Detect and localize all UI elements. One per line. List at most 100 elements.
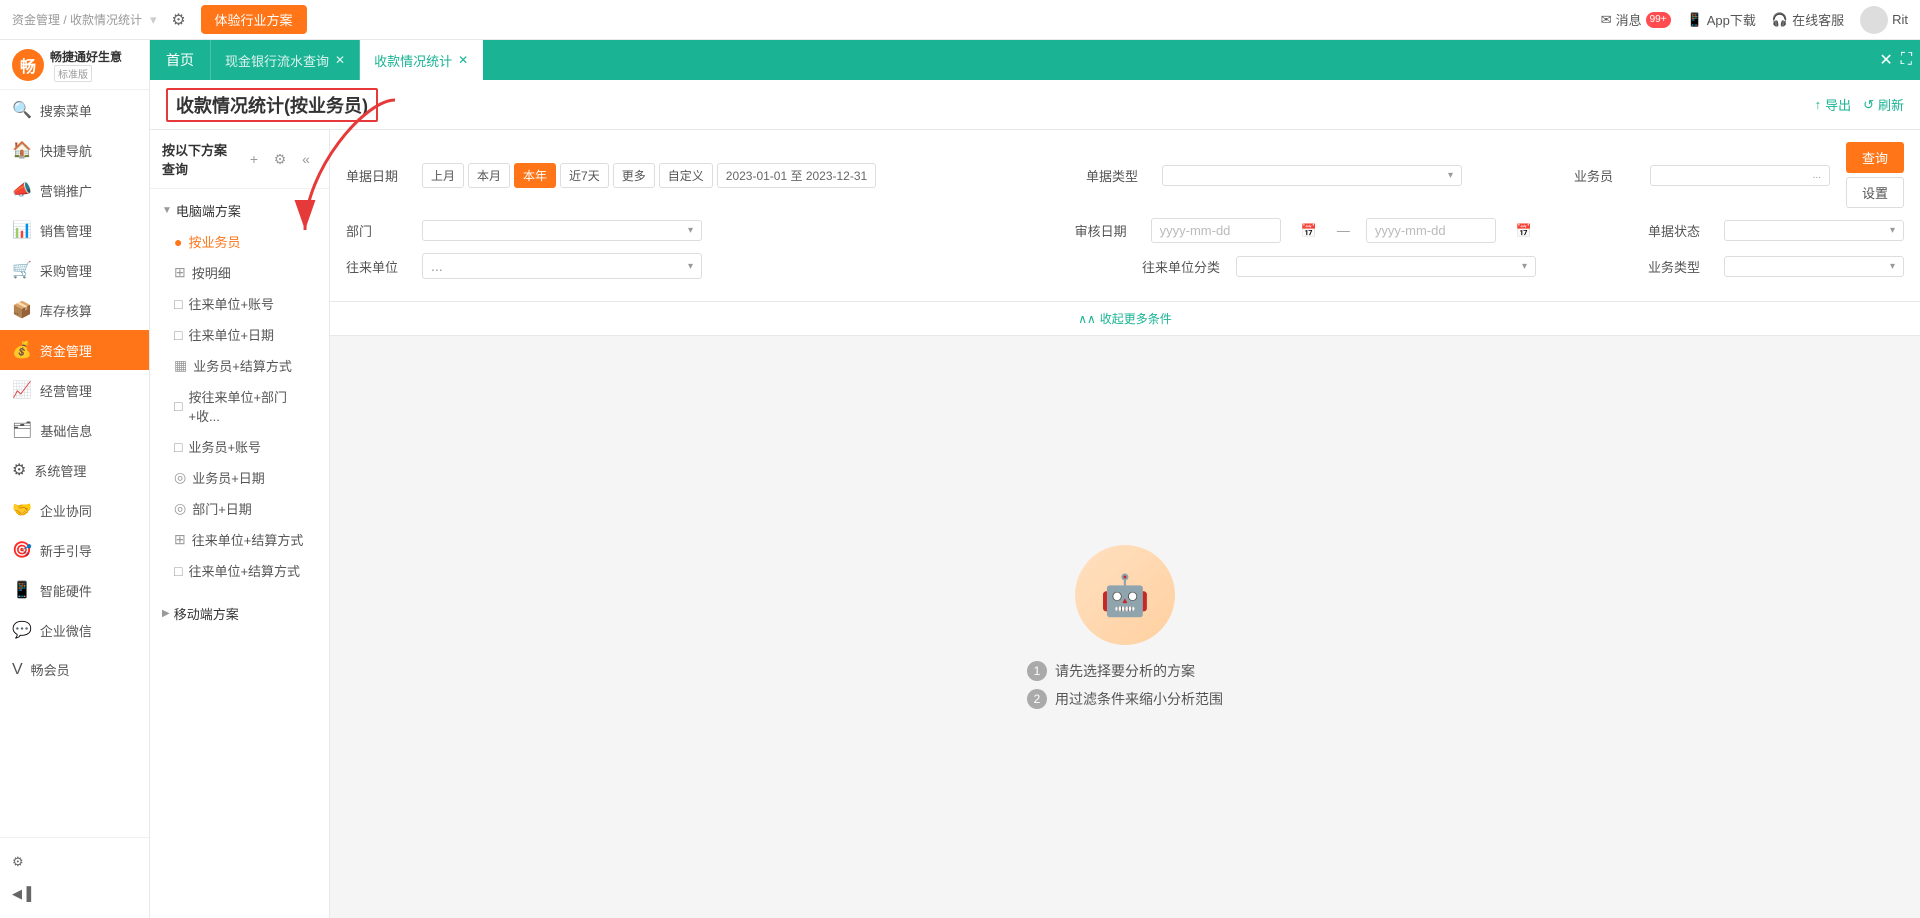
sidebar-label-5: 库存核算 <box>40 301 92 320</box>
sidebar-item-9[interactable]: ⚙系统管理 <box>0 450 149 490</box>
scheme-item-salesman-date[interactable]: ◎ 业务员+日期 <box>150 462 329 493</box>
collapse-more-btn[interactable]: ∧∧ 收起更多条件 <box>1078 310 1172 327</box>
scheme-settings-btn[interactable]: ⚙ <box>269 148 291 170</box>
sidebar-item-11[interactable]: 🎯新手引导 <box>0 530 149 570</box>
review-date-start[interactable]: yyyy-mm-dd <box>1151 218 1281 243</box>
status-select[interactable]: ▾ <box>1724 220 1904 241</box>
trial-button[interactable]: 体验行业方案 <box>201 5 307 34</box>
date-btn-more[interactable]: 更多 <box>613 163 655 188</box>
date-btn-7days[interactable]: 近7天 <box>560 163 609 188</box>
message-label: 消息 <box>1616 10 1642 29</box>
sidebar-item-5[interactable]: 📦 库存核算 <box>0 290 149 330</box>
scheme-item-salesman-account[interactable]: □ 业务员+账号 <box>150 431 329 462</box>
set-button[interactable]: 设置 <box>1846 177 1904 208</box>
dept-select[interactable]: ▾ <box>422 220 702 241</box>
scheme-item-partner-settle1[interactable]: ⊞ 往来单位+结算方式 <box>150 524 329 555</box>
scheme-header-label: 按以下方案查询 <box>162 140 239 178</box>
sidebar-item-12[interactable]: 📱 智能硬件 <box>0 570 149 610</box>
scheme-group-desktop-label: 电脑端方案 <box>176 201 241 220</box>
scheme-item-partner-account[interactable]: □ 往来单位+账号 <box>150 288 329 319</box>
sidebar-item-2[interactable]: 📣营销推广 <box>0 170 149 210</box>
scheme-item-dept-date[interactable]: ◎ 部门+日期 <box>150 493 329 524</box>
scheme-item-partner-date[interactable]: □ 往来单位+日期 <box>150 319 329 350</box>
scheme-item-icon-partner-dept: □ <box>174 398 182 414</box>
sidebar-item-0[interactable]: 🔍 搜索菜单 <box>0 90 149 130</box>
sidebar-collapse-btn[interactable]: ◀▐ <box>0 878 149 910</box>
sidebar-item-1[interactable]: 🏠快捷导航 <box>0 130 149 170</box>
scheme-collapse-btn[interactable]: « <box>295 148 317 170</box>
sidebar-icon-5: 📦 <box>12 300 32 320</box>
tab-maximize-btn[interactable]: ⛶ <box>1901 51 1912 69</box>
query-button[interactable]: 查询 <box>1846 142 1904 173</box>
sidebar-icon-0: 🔍 <box>12 100 32 120</box>
tab-close-all-btn[interactable]: ✕ <box>1879 50 1892 70</box>
export-label: 导出 <box>1825 95 1851 114</box>
scheme-group-mobile-label: 移动端方案 <box>174 604 239 623</box>
sidebar-icon-4: 🛒 <box>12 260 32 280</box>
sidebar-icon-11: 🎯 <box>12 540 32 560</box>
sidebar-icon-1: 🏠 <box>12 140 32 160</box>
sidebar-label-13: 企业微信 <box>40 621 92 640</box>
scheme-item-salesman-settlement[interactable]: ▦ 业务员+结算方式 <box>150 350 329 381</box>
sidebar-item-7[interactable]: 📈经营管理 <box>0 370 149 410</box>
user-avatar-area[interactable]: Rit <box>1860 6 1908 34</box>
scheme-item-salesman[interactable]: ● 按业务员 <box>150 226 329 257</box>
sidebar-settings-btn[interactable]: ⚙ <box>0 846 149 878</box>
tab-home[interactable]: 首页 <box>150 40 211 80</box>
tab-close-1[interactable]: ✕ <box>458 53 468 67</box>
sidebar-label-12: 智能硬件 <box>40 581 92 600</box>
refresh-button[interactable]: ↺ 刷新 <box>1863 95 1904 114</box>
scheme-item-label-salesman: 按业务员 <box>188 232 240 251</box>
search-panel: 单据日期 上月 本月 本年 近7天 更多 自定义 2023-01-01 至 20… <box>330 130 1920 302</box>
tab-item-0[interactable]: 现金银行流水查询 ✕ <box>211 40 360 80</box>
tab-bar-right: ✕ ⛶ <box>1879 50 1920 70</box>
scheme-item-partner-settle2[interactable]: □ 往来单位+结算方式 <box>150 555 329 586</box>
gear-button[interactable]: ⚙ <box>165 6 193 34</box>
tab-close-0[interactable]: ✕ <box>335 53 345 67</box>
scheme-item-label-partner-dept: 按往来单位+部门+收... <box>188 387 317 425</box>
scheme-group-mobile-header[interactable]: ▶ 移动端方案 <box>150 598 329 629</box>
category-label: 单据类型 <box>1086 166 1146 185</box>
date-btn-this-month[interactable]: 本月 <box>468 163 510 188</box>
sidebar-item-4[interactable]: 🛒采购管理 <box>0 250 149 290</box>
review-date-end[interactable]: yyyy-mm-dd <box>1366 218 1496 243</box>
online-service-button[interactable]: 🎧 在线客服 <box>1772 10 1844 29</box>
main-layout: 畅 畅捷通好生意 标准版 🔍搜索菜单🏠快捷导航📣营销推广📊销售管理🛒采购管理📦库… <box>0 40 1920 918</box>
counterpart-category-select[interactable]: ▾ <box>1236 256 1536 277</box>
scheme-item-label-partner-account: 往来单位+账号 <box>188 294 274 313</box>
logo-text-area: 畅捷通好生意 标准版 <box>50 48 122 82</box>
tab-item-1[interactable]: 收款情况统计 ✕ <box>360 40 483 80</box>
sidebar-item-6[interactable]: 💰资金管理 <box>0 330 149 370</box>
category-select[interactable]: ▾ <box>1162 165 1462 186</box>
business-type-select[interactable]: ▾ <box>1724 256 1904 277</box>
export-icon: ↑ <box>1815 97 1822 112</box>
business-type-chevron: ▾ <box>1890 261 1895 272</box>
app-download-label: App下载 <box>1707 10 1756 29</box>
sidebar-item-14[interactable]: V畅会员 <box>0 650 149 689</box>
sidebar-item-10[interactable]: 🤝企业协同 <box>0 490 149 530</box>
scheme-add-btn[interactable]: + <box>243 148 265 170</box>
sidebar-item-3[interactable]: 📊销售管理 <box>0 210 149 250</box>
body-area: 按以下方案查询 + ⚙ « ▼ 电脑端方案 ● 按业务员 <box>150 130 1920 918</box>
sidebar-icon-14: V <box>12 661 23 679</box>
sidebar-icon-12: 📱 <box>12 580 32 600</box>
counterpart-select[interactable]: ... ▾ <box>422 253 702 279</box>
refresh-icon: ↺ <box>1863 97 1874 113</box>
salesman-select[interactable]: ... <box>1650 165 1830 186</box>
scheme-item-icon-salesman: ● <box>174 234 182 250</box>
export-button[interactable]: ↑ 导出 <box>1815 95 1852 114</box>
sidebar-label-0: 搜索菜单 <box>40 101 92 120</box>
message-button[interactable]: ✉ 消息 99+ <box>1601 10 1671 29</box>
date-btn-last-month[interactable]: 上月 <box>422 163 464 188</box>
scheme-item-icon-dept-date: ◎ <box>174 500 186 517</box>
empty-tip-1: 1 请先选择要分析的方案 <box>1027 661 1223 681</box>
sidebar-item-13[interactable]: 💬企业微信 <box>0 610 149 650</box>
sidebar-item-8[interactable]: 🗂基础信息 <box>0 410 149 450</box>
scheme-item-partner-dept[interactable]: □ 按往来单位+部门+收... <box>150 381 329 431</box>
scheme-group-desktop-header[interactable]: ▼ 电脑端方案 <box>150 195 329 226</box>
app-download-button[interactable]: 📱 App下载 <box>1687 10 1756 29</box>
tip-num-2: 2 <box>1027 689 1047 709</box>
date-btn-custom[interactable]: 自定义 <box>659 163 713 188</box>
date-btn-this-year[interactable]: 本年 <box>514 163 556 188</box>
scheme-item-detail[interactable]: ⊞ 按明细 <box>150 257 329 288</box>
